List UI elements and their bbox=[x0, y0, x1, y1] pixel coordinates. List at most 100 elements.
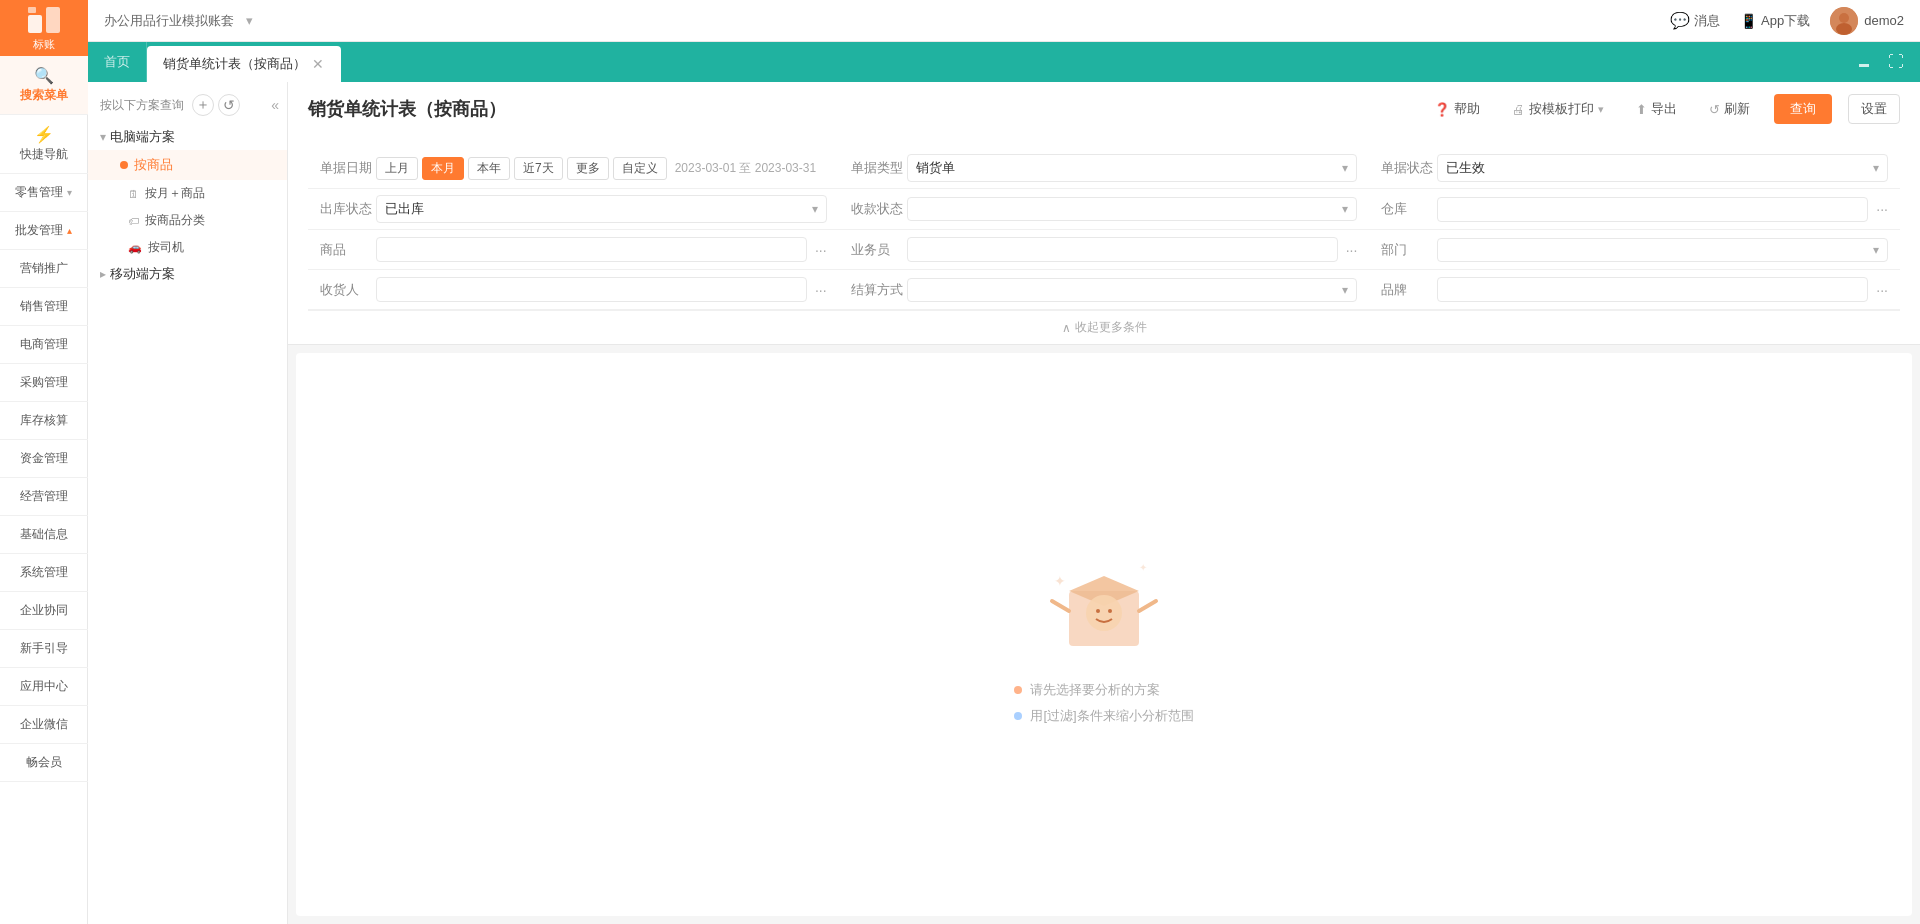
filter-dept-cell: 部门 bbox=[1369, 230, 1900, 270]
payment-status-select[interactable] bbox=[907, 197, 1358, 221]
refresh-scheme-btn[interactable]: ↺ bbox=[218, 94, 240, 116]
sidebar-logo[interactable]: 标账 bbox=[0, 0, 88, 56]
doc-status-select[interactable]: 已生效 bbox=[1437, 154, 1888, 182]
sidebar: 标账 🔍 搜索菜单 ⚡ 快捷导航 零售管理 ▾ 批发管理 ▴ 营销推广 销售管理… bbox=[0, 0, 88, 924]
sidebar-item-finance[interactable]: 资金管理 bbox=[0, 440, 88, 478]
product-dots[interactable]: ··· bbox=[815, 242, 827, 258]
sidebar-item-member[interactable]: 畅会员 bbox=[0, 744, 88, 782]
sidebar-item-quick-nav[interactable]: ⚡ 快捷导航 bbox=[0, 115, 88, 174]
tab-home[interactable]: 首页 bbox=[88, 42, 147, 82]
more-date-btn[interactable]: 更多 bbox=[567, 157, 609, 180]
settlement-dropdown-icon bbox=[1342, 283, 1348, 297]
settlement-select[interactable] bbox=[907, 278, 1358, 302]
brand-dots[interactable]: ··· bbox=[1876, 282, 1888, 298]
date-filter-value: 上月 本月 本年 近7天 更多 自定义 2023-03-01 至 2023-03… bbox=[376, 157, 827, 180]
sidebar-item-retail[interactable]: 零售管理 ▾ bbox=[0, 174, 88, 212]
brand-input[interactable] bbox=[1437, 277, 1868, 302]
add-scheme-btn[interactable]: ＋ bbox=[192, 94, 214, 116]
tab-minimize-btn[interactable]: 🗕 bbox=[1852, 49, 1876, 75]
tab-close-btn[interactable]: ✕ bbox=[312, 56, 324, 72]
this-year-btn[interactable]: 本年 bbox=[468, 157, 510, 180]
logo-icon bbox=[26, 5, 62, 35]
svg-point-5 bbox=[1836, 23, 1852, 35]
sidebar-item-operations[interactable]: 经营管理 bbox=[0, 478, 88, 516]
collapse-up-icon: ∧ bbox=[1062, 321, 1071, 335]
recipient-input[interactable] bbox=[376, 277, 807, 302]
sidebar-item-enterprise-coop[interactable]: 企业协同 bbox=[0, 592, 88, 630]
warehouse-input[interactable] bbox=[1437, 197, 1868, 222]
svg-line-13 bbox=[1139, 601, 1156, 611]
doc-type-select[interactable]: 销货单 bbox=[907, 154, 1358, 182]
sidebar-item-purchase[interactable]: 采购管理 bbox=[0, 364, 88, 402]
recipient-dots[interactable]: ··· bbox=[815, 282, 827, 298]
filter-warehouse-cell: 仓库 ··· bbox=[1369, 189, 1900, 230]
svg-point-8 bbox=[1096, 609, 1100, 613]
sidebar-item-inventory[interactable]: 库存核算 bbox=[0, 402, 88, 440]
export-icon: ⬆ bbox=[1636, 102, 1647, 117]
print-btn[interactable]: 🖨 按模板打印 ▾ bbox=[1504, 96, 1612, 122]
sidebar-item-basics[interactable]: 基础信息 bbox=[0, 516, 88, 554]
product-label: 商品 bbox=[320, 241, 376, 259]
sub-item-icon-month: 🗓 bbox=[128, 188, 139, 200]
doc-status-value: 已生效 bbox=[1446, 159, 1485, 177]
sub-item-icon-cashier: 🚗 bbox=[128, 241, 142, 254]
help-btn[interactable]: ❓ 帮助 bbox=[1426, 96, 1488, 122]
doc-type-dropdown-icon bbox=[1342, 161, 1348, 175]
refresh-icon: ↺ bbox=[223, 97, 235, 113]
sidebar-item-newbie[interactable]: 新手引导 bbox=[0, 630, 88, 668]
product-value: ··· bbox=[376, 237, 827, 262]
dept-select[interactable] bbox=[1437, 238, 1888, 262]
sidebar-item-enterprise-wechat[interactable]: 企业微信 bbox=[0, 706, 88, 744]
user-menu[interactable]: demo2 bbox=[1830, 7, 1904, 35]
mobile-group-header[interactable]: ▸ 移动端方案 bbox=[88, 261, 287, 287]
sidebar-item-system[interactable]: 系统管理 bbox=[0, 554, 88, 592]
collapse-btn[interactable]: ∧ 收起更多条件 bbox=[1050, 317, 1159, 338]
avatar bbox=[1830, 7, 1858, 35]
sidebar-item-app-center[interactable]: 应用中心 bbox=[0, 668, 88, 706]
sidebar-item-search-menu[interactable]: 🔍 搜索菜单 bbox=[0, 56, 88, 115]
tab-maximize-btn[interactable]: ⛶ bbox=[1884, 49, 1908, 75]
salesperson-label: 业务员 bbox=[851, 241, 907, 259]
sidebar-item-ecommerce[interactable]: 电商管理 bbox=[0, 326, 88, 364]
warehouse-dots[interactable]: ··· bbox=[1876, 201, 1888, 217]
dept-dropdown-icon bbox=[1873, 243, 1879, 257]
doc-type-label: 单据类型 bbox=[851, 159, 907, 177]
doc-status-label: 单据状态 bbox=[1381, 159, 1437, 177]
recipient-value: ··· bbox=[376, 277, 827, 302]
desktop-group-header[interactable]: ▾ 电脑端方案 bbox=[88, 124, 287, 150]
scheme-sub-label-category: 按商品分类 bbox=[145, 212, 205, 229]
scheme-collapse-btn[interactable]: « bbox=[271, 97, 279, 113]
product-input[interactable] bbox=[376, 237, 807, 262]
empty-hint-2: 用[过滤]条件来缩小分析范围 bbox=[1014, 703, 1193, 729]
scheme-sub-item-month-product[interactable]: 🗓 按月＋商品 bbox=[88, 180, 287, 207]
home-tab-label: 首页 bbox=[104, 53, 130, 71]
refresh-page-icon: ↺ bbox=[1709, 102, 1720, 117]
settings-btn[interactable]: 设置 bbox=[1848, 94, 1900, 124]
warehouse-status-value: 已出库 bbox=[385, 200, 424, 218]
sidebar-item-sales[interactable]: 销售管理 bbox=[0, 288, 88, 326]
user-name: demo2 bbox=[1864, 13, 1904, 28]
messages-btn[interactable]: 💬 消息 bbox=[1670, 11, 1720, 30]
doc-type-value: 销货单 bbox=[916, 159, 955, 177]
app-download-btn[interactable]: 📱 App下载 bbox=[1740, 12, 1810, 30]
collapse-row: ∧ 收起更多条件 bbox=[308, 310, 1900, 344]
warehouse-status-select[interactable]: 已出库 bbox=[376, 195, 827, 223]
this-month-btn[interactable]: 本月 bbox=[422, 157, 464, 180]
last7-btn[interactable]: 近7天 bbox=[514, 157, 563, 180]
sidebar-item-marketing[interactable]: 营销推广 bbox=[0, 250, 88, 288]
refresh-btn[interactable]: ↺ 刷新 bbox=[1701, 96, 1758, 122]
svg-text:✦: ✦ bbox=[1139, 562, 1147, 573]
salesperson-dots[interactable]: ··· bbox=[1346, 242, 1358, 258]
custom-date-btn[interactable]: 自定义 bbox=[613, 157, 667, 180]
warehouse-label: 仓库 bbox=[1381, 200, 1437, 218]
sidebar-item-wholesale[interactable]: 批发管理 ▴ bbox=[0, 212, 88, 250]
scheme-sub-item-product-category[interactable]: 🏷 按商品分类 bbox=[88, 207, 287, 234]
tab-active-sales[interactable]: 销货单统计表（按商品） ✕ bbox=[147, 46, 341, 82]
scheme-group-desktop: ▾ 电脑端方案 按商品 🗓 按月＋商品 🏷 按商品分类 bbox=[88, 124, 287, 261]
scheme-item-by-product[interactable]: 按商品 bbox=[88, 150, 287, 180]
export-btn[interactable]: ⬆ 导出 bbox=[1628, 96, 1685, 122]
scheme-sub-item-cashier[interactable]: 🚗 按司机 bbox=[88, 234, 287, 261]
last-month-btn[interactable]: 上月 bbox=[376, 157, 418, 180]
salesperson-input[interactable] bbox=[907, 237, 1338, 262]
query-btn[interactable]: 查询 bbox=[1774, 94, 1832, 124]
